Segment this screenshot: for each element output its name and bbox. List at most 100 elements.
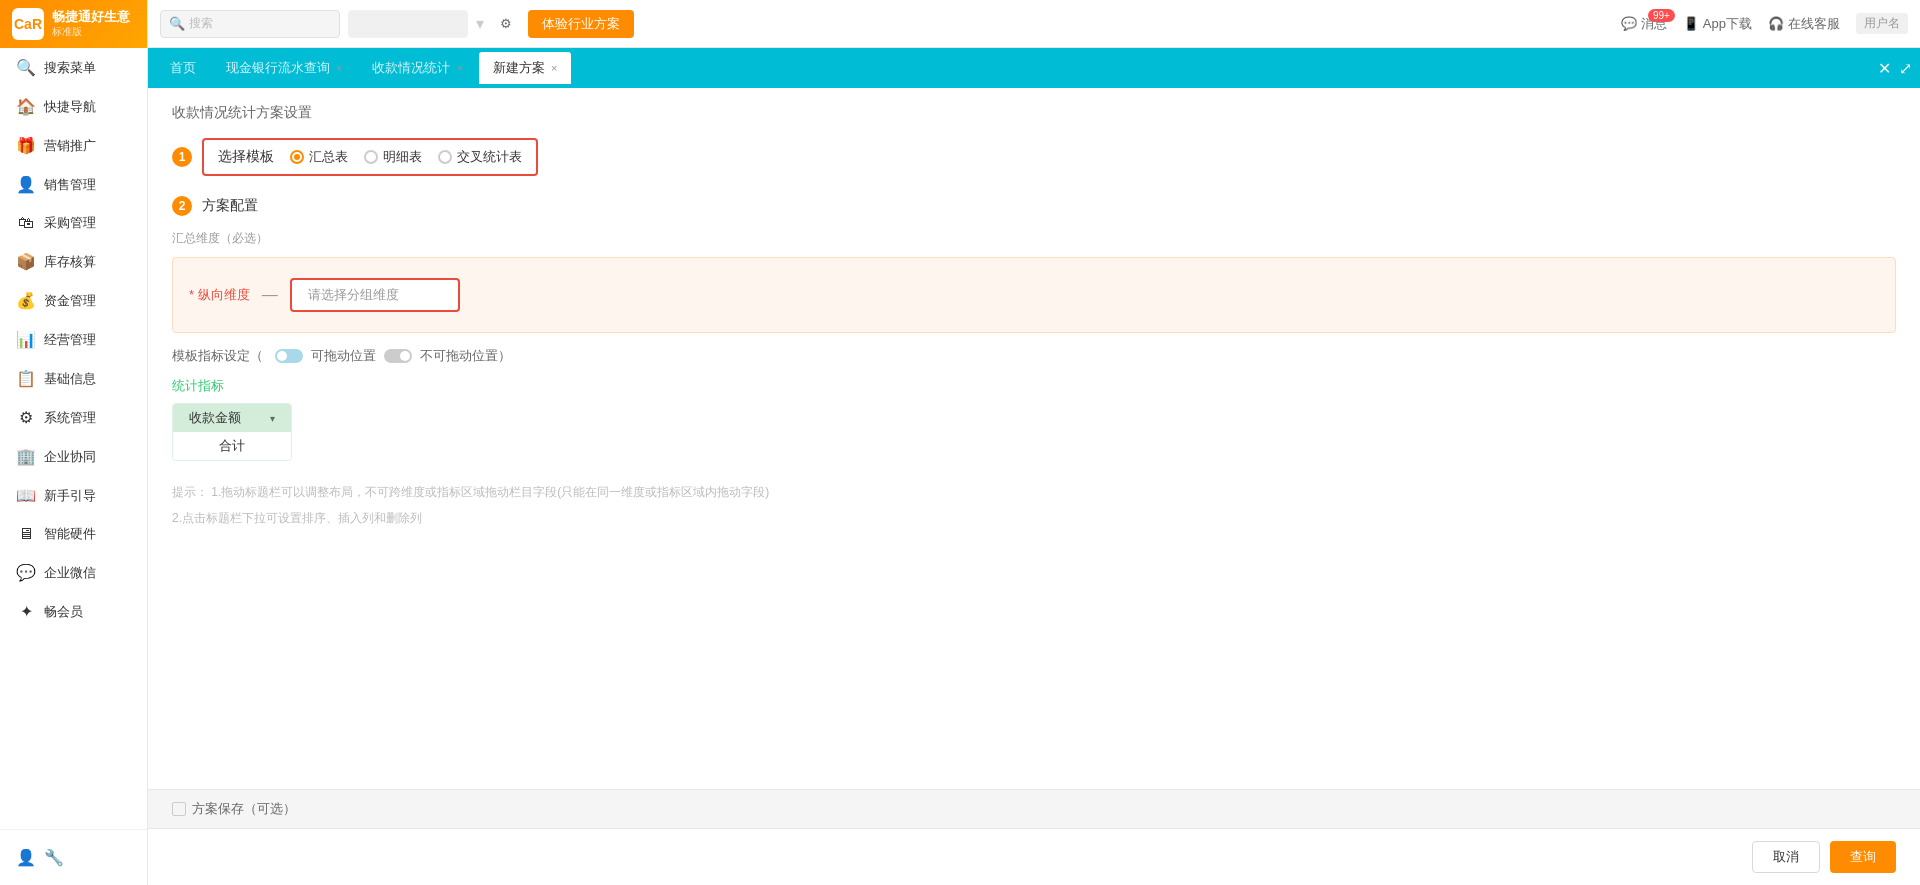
hardware-icon: 🖥	[16, 525, 36, 543]
stat-table: 收款金额 ▾ 合计	[172, 403, 292, 461]
newbie-icon: 📖	[16, 486, 36, 505]
tab-home[interactable]: 首页	[156, 52, 210, 84]
sidebar-item-label: 营销推广	[44, 137, 96, 155]
drag-info: 可拖动位置 不可拖动位置）	[275, 347, 511, 365]
dimension-section-label: 汇总维度（必选）	[172, 230, 1896, 247]
dim-selector[interactable]: 请选择分组维度	[290, 278, 460, 312]
enterprise-icon: 🏢	[16, 447, 36, 466]
marketing-icon: 🎁	[16, 136, 36, 155]
save-checkbox[interactable]	[172, 802, 186, 816]
sidebar-item-quicknav[interactable]: 🏠 快捷导航	[0, 87, 147, 126]
tips-section: 提示： 1.拖动标题栏可以调整布局，不可跨维度或指标区域拖动栏目字段(只能在同一…	[172, 480, 1896, 530]
query-button[interactable]: 查询	[1830, 841, 1896, 873]
wechat-icon: 💬	[16, 563, 36, 582]
cancel-button[interactable]: 取消	[1752, 841, 1820, 873]
sidebar-item-sales[interactable]: 👤 销售管理	[0, 165, 147, 204]
sidebar-item-label: 搜索菜单	[44, 59, 96, 77]
sidebar-item-label: 基础信息	[44, 370, 96, 388]
fixed-badge	[384, 349, 412, 363]
sidebar: CaR 畅捷通好生意 标准版 🔍 搜索菜单 🏠 快捷导航 🎁 营销推广 👤 销售…	[0, 0, 148, 885]
message-badge: 99+	[1648, 9, 1675, 22]
radio-cross-circle	[438, 150, 452, 164]
radio-detail[interactable]: 明细表	[364, 148, 422, 166]
tab-receipt-close[interactable]: ×	[456, 62, 462, 74]
sales-icon: 👤	[16, 175, 36, 194]
sidebar-item-newbie[interactable]: 📖 新手引导	[0, 476, 147, 515]
gear-icon: ⚙	[500, 16, 512, 31]
content-inner: 收款情况统计方案设置 1 选择模板 汇总表	[148, 88, 1920, 789]
app-download-button[interactable]: 📱 App下载	[1683, 15, 1752, 33]
gear-button[interactable]: ⚙	[492, 10, 520, 38]
step2-label: 方案配置	[202, 197, 258, 215]
header-search[interactable]: 🔍 搜索	[160, 10, 340, 38]
main-area: 🔍 搜索 ▾ ⚙ 体验行业方案 💬 消息 99+ 📱 App下载 🎧 在线客服 …	[148, 0, 1920, 885]
sidebar-item-enterprise[interactable]: 🏢 企业协同	[0, 437, 147, 476]
tip-2: 2.点击标题栏下拉可设置排序、插入列和删除列	[172, 506, 1896, 530]
sidebar-item-finance[interactable]: 💰 资金管理	[0, 281, 147, 320]
sidebar-item-label: 企业微信	[44, 564, 96, 582]
dim-arrow-icon: —	[262, 286, 278, 304]
sidebar-item-member[interactable]: ✦ 畅会员	[0, 592, 147, 631]
download-icon: 📱	[1683, 16, 1699, 31]
dimension-area: * 纵向维度 — 请选择分组维度	[172, 257, 1896, 333]
tab-new-plan[interactable]: 新建方案 ×	[479, 52, 571, 84]
sidebar-item-wechat[interactable]: 💬 企业微信	[0, 553, 147, 592]
step1-label: 选择模板	[218, 148, 274, 166]
tab-new-plan-close[interactable]: ×	[551, 62, 557, 74]
tab-receipt[interactable]: 收款情况统计 ×	[358, 52, 476, 84]
sidebar-item-label: 采购管理	[44, 214, 96, 232]
basic-icon: 📋	[16, 369, 36, 388]
sidebar-item-hardware[interactable]: 🖥 智能硬件	[0, 515, 147, 553]
content-area: 收款情况统计方案设置 1 选择模板 汇总表	[148, 88, 1920, 828]
settings-icon: 🔧	[44, 848, 64, 867]
sidebar-item-label: 系统管理	[44, 409, 96, 427]
trial-button[interactable]: 体验行业方案	[528, 10, 634, 38]
dropdown-icon[interactable]: ▾	[476, 14, 484, 33]
sidebar-item-search[interactable]: 🔍 搜索菜单	[0, 48, 147, 87]
footer: 方案保存（可选）	[148, 789, 1920, 828]
sidebar-item-basic[interactable]: 📋 基础信息	[0, 359, 147, 398]
radio-detail-circle	[364, 150, 378, 164]
stat-section-label: 统计指标	[172, 377, 1896, 395]
sidebar-item-inventory[interactable]: 📦 库存核算	[0, 242, 147, 281]
sidebar-logo: CaR 畅捷通好生意 标准版	[0, 0, 147, 48]
radio-dot	[294, 154, 300, 160]
sidebar-bottom: 👤 🔧	[0, 829, 147, 885]
template-select-box: 选择模板 汇总表 明细表	[202, 138, 538, 176]
service-icon: 🎧	[1768, 16, 1784, 31]
online-service-button[interactable]: 🎧 在线客服	[1768, 15, 1840, 33]
sidebar-item-system[interactable]: ⚙ 系统管理	[0, 398, 147, 437]
tab-close-all-button[interactable]: ✕	[1878, 59, 1891, 78]
sidebar-item-avatar[interactable]: 👤 🔧	[0, 838, 147, 877]
save-label: 方案保存（可选）	[192, 800, 296, 818]
message-button[interactable]: 💬 消息 99+	[1621, 15, 1667, 33]
tab-bank-close[interactable]: ×	[336, 62, 342, 74]
indicator-header: 模板指标设定（ 可拖动位置 不可拖动位置）	[172, 347, 1896, 365]
tab-expand-button[interactable]: ⤢	[1899, 59, 1912, 78]
header-address-bar	[348, 10, 468, 38]
movable-badge	[275, 349, 303, 363]
config-section: 汇总维度（必选） * 纵向维度 — 请选择分组维度 模板指标设定（	[172, 230, 1896, 530]
radio-summary[interactable]: 汇总表	[290, 148, 348, 166]
user-name[interactable]: 用户名	[1856, 13, 1908, 34]
sidebar-item-label: 经营管理	[44, 331, 96, 349]
system-icon: ⚙	[16, 408, 36, 427]
radio-cross[interactable]: 交叉统计表	[438, 148, 522, 166]
sidebar-item-management[interactable]: 📊 经营管理	[0, 320, 147, 359]
finance-icon: 💰	[16, 291, 36, 310]
avatar-icon: 👤	[16, 848, 36, 867]
tab-bank[interactable]: 现金银行流水查询 ×	[212, 52, 356, 84]
sidebar-item-label: 新手引导	[44, 487, 96, 505]
sidebar-item-label: 销售管理	[44, 176, 96, 194]
vertical-dim-row: * 纵向维度 — 请选择分组维度	[189, 278, 1879, 312]
search-placeholder: 搜索	[189, 15, 213, 32]
sidebar-item-label: 畅会员	[44, 603, 83, 621]
search-icon: 🔍	[169, 16, 185, 31]
footer-save: 方案保存（可选）	[172, 800, 1896, 818]
search-icon: 🔍	[16, 58, 36, 77]
sidebar-item-marketing[interactable]: 🎁 营销推广	[0, 126, 147, 165]
sidebar-item-purchase[interactable]: 🛍 采购管理	[0, 204, 147, 242]
header-right: 💬 消息 99+ 📱 App下载 🎧 在线客服 用户名	[1621, 13, 1908, 34]
stat-table-header[interactable]: 收款金额 ▾	[173, 404, 291, 432]
sidebar-item-label: 快捷导航	[44, 98, 96, 116]
